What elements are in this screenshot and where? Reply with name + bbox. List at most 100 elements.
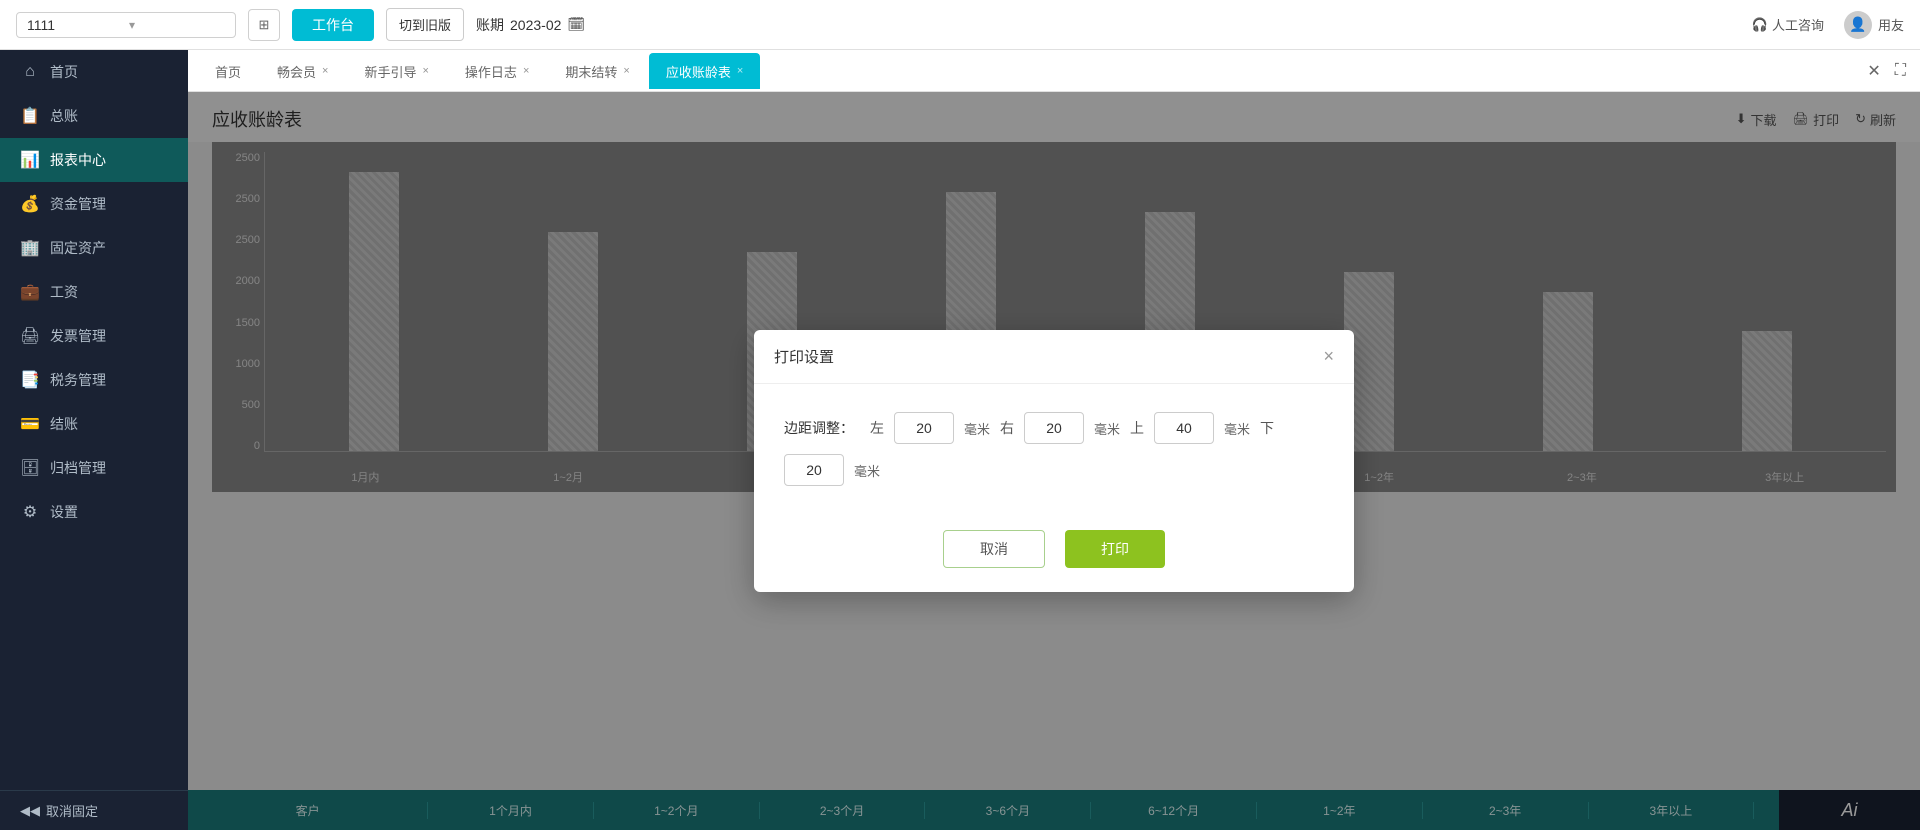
top-margin-input[interactable] bbox=[1154, 412, 1214, 444]
copy-icon: ⊞ bbox=[259, 17, 270, 33]
period-label: 账期 bbox=[476, 15, 504, 35]
sidebar-item-reports[interactable]: 📊 报表中心 bbox=[0, 138, 188, 182]
sidebar-item-label: 设置 bbox=[50, 502, 78, 522]
tab-period_end[interactable]: 期末结转 × bbox=[548, 53, 646, 89]
collapse-button[interactable]: ◀◀ 取消固定 bbox=[0, 791, 188, 830]
sidebar-item-label: 发票管理 bbox=[50, 326, 106, 346]
sidebar-item-ledger[interactable]: 📋 总账 bbox=[0, 94, 188, 138]
header-right: 🎧 人工咨询 👤 用友 bbox=[1752, 11, 1904, 39]
ledger-icon: 📋 bbox=[20, 106, 40, 126]
tab-label: 新手引导 bbox=[364, 62, 416, 81]
sidebar-item-label: 税务管理 bbox=[50, 370, 106, 390]
tab-oplog[interactable]: 操作日志 × bbox=[448, 53, 546, 89]
left-unit: 毫米 bbox=[964, 419, 990, 438]
sidebar-item-invoice[interactable]: 🖨 发票管理 bbox=[0, 314, 188, 358]
avatar: 👤 bbox=[1844, 11, 1872, 39]
home-icon: ⌂ bbox=[20, 63, 40, 81]
bottom-unit: 毫米 bbox=[854, 461, 880, 480]
funds-icon: 💰 bbox=[20, 194, 40, 214]
right-margin-input[interactable] bbox=[1024, 412, 1084, 444]
modal-footer: 取消 打印 bbox=[754, 514, 1354, 592]
cancel-button[interactable]: 取消 bbox=[943, 530, 1045, 568]
tab-guide[interactable]: 新手引导 × bbox=[347, 53, 445, 89]
sidebar-item-label: 资金管理 bbox=[50, 194, 106, 214]
modal-overlay: 打印设置 × 边距调整： 左 毫米 右 毫米 上 bbox=[188, 92, 1920, 830]
assets-icon: 🏢 bbox=[20, 238, 40, 258]
tab-label: 期末结转 bbox=[565, 62, 617, 81]
salary-icon: 💼 bbox=[20, 282, 40, 302]
tab-close-icon[interactable]: × bbox=[422, 65, 428, 77]
margin-row: 边距调整： 左 毫米 右 毫米 上 毫米 下 毫米 bbox=[784, 412, 1324, 486]
tab-close-icon[interactable]: × bbox=[623, 65, 629, 77]
sidebar: ⌂ 首页📋 总账📊 报表中心💰 资金管理🏢 固定资产💼 工资🖨 发票管理📑 税务… bbox=[0, 50, 188, 830]
tabs-bar: 首页 畅会员 × 新手引导 × 操作日志 × 期末结转 × 应收账龄表 × ✕ ⛶ bbox=[188, 50, 1920, 92]
consult-label: 人工咨询 bbox=[1772, 15, 1824, 34]
bottom-margin-input[interactable] bbox=[784, 454, 844, 486]
tab-member[interactable]: 畅会员 × bbox=[260, 53, 345, 89]
sidebar-item-label: 工资 bbox=[50, 282, 78, 302]
sidebar-item-assets[interactable]: 🏢 固定资产 bbox=[0, 226, 188, 270]
tab-home[interactable]: 首页 bbox=[198, 53, 258, 89]
company-name: 1111 bbox=[27, 17, 123, 33]
sidebar-item-label: 归档管理 bbox=[50, 458, 106, 478]
tab-ar_aging[interactable]: 应收账龄表 × bbox=[649, 53, 760, 89]
page-area: 应收账龄表 ⬇ 下载 🖨 打印 ↻ 刷新 bbox=[188, 92, 1920, 830]
copy-button[interactable]: ⊞ bbox=[248, 9, 280, 41]
tab-label: 操作日志 bbox=[465, 62, 517, 81]
modal-close-button[interactable]: × bbox=[1323, 346, 1334, 367]
sidebar-item-funds[interactable]: 💰 资金管理 bbox=[0, 182, 188, 226]
sidebar-item-salary[interactable]: 💼 工资 bbox=[0, 270, 188, 314]
tab-close-icon[interactable]: × bbox=[523, 65, 529, 77]
sidebar-bottom: ◀◀ 取消固定 bbox=[0, 790, 188, 830]
company-select[interactable]: 1111 ▾ bbox=[16, 12, 236, 38]
workbench-button[interactable]: 工作台 bbox=[292, 9, 374, 41]
top-label: 上 bbox=[1130, 418, 1144, 438]
tax-icon: 📑 bbox=[20, 370, 40, 390]
main-layout: ⌂ 首页📋 总账📊 报表中心💰 资金管理🏢 固定资产💼 工资🖨 发票管理📑 税务… bbox=[0, 50, 1920, 830]
sidebar-item-archive[interactable]: 🗄 归档管理 bbox=[0, 446, 188, 490]
sidebar-item-label: 报表中心 bbox=[50, 150, 106, 170]
reports-icon: 📊 bbox=[20, 150, 40, 170]
user-area[interactable]: 👤 用友 bbox=[1844, 11, 1904, 39]
tab-label: 畅会员 bbox=[277, 62, 316, 81]
sidebar-item-checkout[interactable]: 💳 结账 bbox=[0, 402, 188, 446]
main-content: 首页 畅会员 × 新手引导 × 操作日志 × 期末结转 × 应收账龄表 × ✕ ⛶ 应收账龄表 ⬇ … bbox=[188, 50, 1920, 830]
sidebar-item-settings[interactable]: ⚙ 设置 bbox=[0, 490, 188, 534]
sidebar-item-label: 固定资产 bbox=[50, 238, 106, 258]
top-unit: 毫米 bbox=[1224, 419, 1250, 438]
user-label: 用友 bbox=[1878, 15, 1904, 34]
calendar-icon[interactable]: 🗓 bbox=[567, 16, 585, 33]
collapse-label: 取消固定 bbox=[46, 801, 98, 820]
settings-icon: ⚙ bbox=[20, 502, 40, 522]
tab-close-icon[interactable]: × bbox=[322, 65, 328, 77]
print-settings-modal: 打印设置 × 边距调整： 左 毫米 右 毫米 上 bbox=[754, 330, 1354, 592]
tab-label: 应收账龄表 bbox=[666, 62, 731, 81]
consult-button[interactable]: 🎧 人工咨询 bbox=[1752, 15, 1824, 34]
confirm-print-button[interactable]: 打印 bbox=[1065, 530, 1165, 568]
tab-label: 首页 bbox=[215, 62, 241, 81]
period-area: 账期 2023-02 🗓 bbox=[476, 15, 585, 35]
tab-actions: ✕ ⛶ bbox=[1863, 57, 1910, 85]
user-icon: 👤 bbox=[1849, 16, 1866, 33]
modal-body: 边距调整： 左 毫米 右 毫米 上 毫米 下 毫米 bbox=[754, 384, 1354, 514]
right-unit: 毫米 bbox=[1094, 419, 1120, 438]
headset-icon: 🎧 bbox=[1752, 17, 1768, 33]
archive-icon: 🗄 bbox=[20, 458, 40, 478]
switch-old-button[interactable]: 切到旧版 bbox=[386, 8, 464, 41]
sidebar-item-label: 首页 bbox=[50, 62, 78, 82]
left-margin-input[interactable] bbox=[894, 412, 954, 444]
sidebar-item-label: 结账 bbox=[50, 414, 78, 434]
expand-button[interactable]: ⛶ bbox=[1891, 57, 1910, 85]
collapse-icon: ◀◀ bbox=[20, 803, 40, 819]
margin-label: 边距调整： bbox=[784, 418, 854, 438]
invoice-icon: 🖨 bbox=[20, 326, 40, 346]
period-value: 2023-02 bbox=[510, 17, 561, 33]
modal-header: 打印设置 × bbox=[754, 330, 1354, 384]
sidebar-item-home[interactable]: ⌂ 首页 bbox=[0, 50, 188, 94]
close-all-tabs-button[interactable]: ✕ bbox=[1863, 57, 1884, 85]
left-label: 左 bbox=[870, 418, 884, 438]
sidebar-item-tax[interactable]: 📑 税务管理 bbox=[0, 358, 188, 402]
chevron-down-icon: ▾ bbox=[129, 18, 225, 32]
tab-close-icon[interactable]: × bbox=[737, 65, 743, 77]
sidebar-item-label: 总账 bbox=[50, 106, 78, 126]
